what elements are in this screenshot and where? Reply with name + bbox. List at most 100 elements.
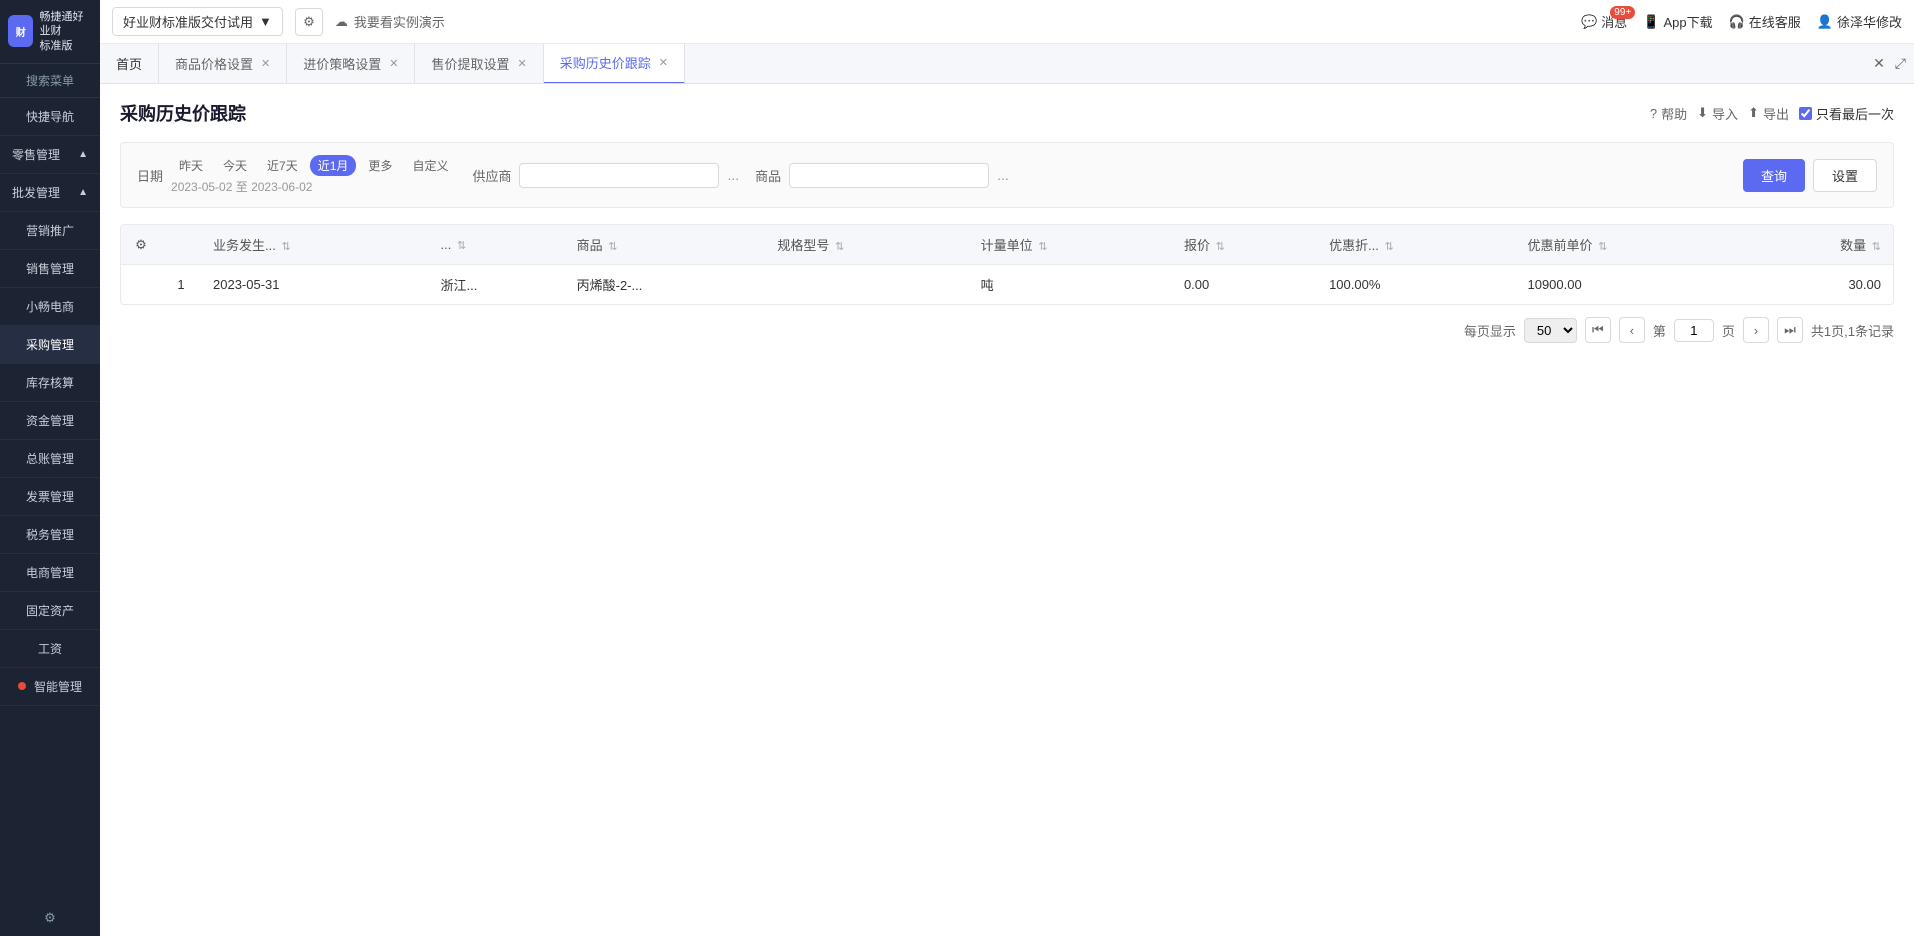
settings-filter-btn[interactable]: 设置: [1813, 159, 1877, 192]
page-first-btn[interactable]: ⏮: [1585, 317, 1611, 343]
tab-expand-icon[interactable]: ⤢: [1895, 55, 1906, 72]
tab-home[interactable]: 首页: [100, 44, 159, 84]
sidebar-item-wholesale[interactable]: 批发管理 ▲: [0, 174, 100, 212]
date-filter: 日期 昨天 今天 近7天 近1月 更多 自定义 2023-05-02 至 202…: [137, 155, 456, 195]
tab-price-close-icon[interactable]: ✕: [261, 57, 270, 70]
sidebar-item-retail[interactable]: 零售管理 ▲: [0, 136, 100, 174]
date-filter-label: 日期: [137, 166, 163, 185]
tab-history-price[interactable]: 采购历史价跟踪 ✕: [544, 44, 685, 84]
tab-bar: 首页 商品价格设置 ✕ 进价策略设置 ✕ 售价提取设置 ✕ 采购历史价跟踪 ✕ …: [100, 44, 1914, 84]
th-spec-sort-icon: ⇅: [835, 241, 844, 253]
sidebar-item-sales[interactable]: 销售管理: [0, 250, 100, 288]
logo-icon: 财: [8, 15, 33, 47]
sidebar-item-salary[interactable]: 工资: [0, 630, 100, 668]
row-spec-cell: [765, 265, 968, 305]
sidebar-item-accounting[interactable]: 总账管理: [0, 440, 100, 478]
th-goods[interactable]: 商品 ⇅: [565, 225, 766, 265]
message-icon: 💬: [1581, 14, 1597, 30]
page-input[interactable]: [1674, 319, 1714, 342]
selector-chevron-icon: ▼: [259, 14, 272, 29]
date-btn-yesterday[interactable]: 昨天: [171, 155, 211, 176]
message-btn[interactable]: 💬 消息 99+: [1581, 12, 1627, 31]
help-icon: ?: [1650, 106, 1657, 121]
row-date-cell: 2023-05-31: [201, 265, 429, 305]
sidebar-item-smart[interactable]: 智能管理: [0, 668, 100, 706]
sidebar-search[interactable]: 搜索菜单: [0, 64, 100, 98]
date-filter-options: 昨天 今天 近7天 近1月 更多 自定义 2023-05-02 至 2023-0…: [171, 155, 456, 195]
sidebar-item-invoice[interactable]: 发票管理: [0, 478, 100, 516]
tab-history-price-close-icon[interactable]: ✕: [659, 56, 668, 69]
page-actions: ? 帮助 ⬇ 导入 ⬆ 导出 只看最后一次: [1650, 104, 1894, 123]
export-icon: ⬆: [1748, 105, 1759, 121]
sidebar-item-tax[interactable]: 税务管理: [0, 516, 100, 554]
sidebar-item-inventory[interactable]: 库存核算: [0, 364, 100, 402]
tab-purchase-strategy[interactable]: 进价策略设置 ✕: [287, 44, 415, 84]
tab-price[interactable]: 商品价格设置 ✕: [159, 44, 287, 84]
supplier-dots-btn[interactable]: ...: [727, 167, 739, 183]
date-btn-more[interactable]: 更多: [360, 155, 400, 176]
app-download-btn[interactable]: 📱 App下载: [1643, 12, 1712, 31]
goods-filter: 商品 ...: [755, 163, 1009, 188]
row-quantity-cell: 30.00: [1748, 265, 1893, 305]
th-unit-sort-icon: ⇅: [1038, 241, 1047, 253]
phone-icon: 📱: [1643, 14, 1659, 30]
last-only-input[interactable]: [1799, 107, 1812, 120]
page-next-btn[interactable]: ›: [1743, 317, 1769, 343]
th-more[interactable]: ... ⇅: [429, 225, 565, 265]
import-icon: ⬇: [1697, 105, 1708, 121]
tab-close-window-icon[interactable]: ✕: [1873, 55, 1885, 72]
sidebar-item-purchase[interactable]: 采购管理: [0, 326, 100, 364]
date-btn-custom[interactable]: 自定义: [404, 155, 456, 176]
query-btn[interactable]: 查询: [1743, 159, 1805, 192]
filter-bar: 日期 昨天 今天 近7天 近1月 更多 自定义 2023-05-02 至 202…: [120, 142, 1894, 208]
product-selector[interactable]: 好业财标准版交付试用 ▼: [112, 7, 283, 36]
online-service-btn[interactable]: 🎧 在线客服: [1729, 12, 1801, 31]
date-btn-7days[interactable]: 近7天: [259, 155, 306, 176]
page-last-btn[interactable]: ⏭: [1777, 317, 1803, 343]
th-date[interactable]: 业务发生... ⇅: [201, 225, 429, 265]
tab-purchase-strategy-close-icon[interactable]: ✕: [389, 57, 398, 70]
row-gear-cell: [121, 265, 161, 305]
settings-icon: ⚙: [303, 14, 315, 30]
sidebar-item-ecommerce-small[interactable]: 小畅电商: [0, 288, 100, 326]
row-supplier-cell: 浙江...: [429, 265, 565, 305]
sidebar-item-assets[interactable]: 固定资产: [0, 592, 100, 630]
goods-dots-btn[interactable]: ...: [997, 167, 1009, 183]
user-avatar-icon: 👤: [1817, 14, 1833, 30]
goods-input[interactable]: [789, 163, 989, 188]
pagination: 每页显示 50 ⏮ ‹ 第 页 › ⏭ 共1页,1条记录: [120, 305, 1894, 347]
topbar-settings-btn[interactable]: ⚙: [295, 8, 323, 36]
supplier-filter: 供应商 ...: [472, 163, 739, 188]
page-prev-btn[interactable]: ‹: [1619, 317, 1645, 343]
th-discount[interactable]: 优惠折... ⇅: [1317, 225, 1515, 265]
th-price[interactable]: 报价 ⇅: [1172, 225, 1317, 265]
tab-sell-strategy-close-icon[interactable]: ✕: [518, 57, 527, 70]
sidebar-settings-btn[interactable]: ⚙: [0, 900, 100, 936]
tab-sell-strategy[interactable]: 售价提取设置 ✕: [415, 44, 543, 84]
supplier-input[interactable]: [519, 163, 719, 188]
last-only-checkbox[interactable]: 只看最后一次: [1799, 104, 1894, 123]
date-buttons: 昨天 今天 近7天 近1月 更多 自定义: [171, 155, 456, 176]
main-area: 好业财标准版交付试用 ▼ ⚙ ☁ 我要看实例演示 💬 消息 99+ 📱 App下…: [100, 0, 1914, 936]
sidebar: 财 畅捷通好业财 标准版 搜索菜单 快捷导航 零售管理 ▲ 批发管理 ▲ 营销推…: [0, 0, 100, 936]
th-quantity[interactable]: 数量 ⇅: [1748, 225, 1893, 265]
th-spec[interactable]: 规格型号 ⇅: [765, 225, 968, 265]
sidebar-item-marketing[interactable]: 营销推广: [0, 212, 100, 250]
sidebar-item-ecommerce[interactable]: 电商管理: [0, 554, 100, 592]
th-pre-discount-price[interactable]: 优惠前单价 ⇅: [1515, 225, 1747, 265]
th-unit[interactable]: 计量单位 ⇅: [969, 225, 1172, 265]
sidebar-item-finance[interactable]: 资金管理: [0, 402, 100, 440]
smart-dot: [18, 682, 26, 690]
import-btn[interactable]: ⬇ 导入: [1697, 104, 1738, 123]
data-table-container: ⚙ 业务发生... ⇅ ... ⇅ 商品 ⇅: [120, 224, 1894, 305]
user-menu-btn[interactable]: 👤 徐泽华修改: [1817, 12, 1902, 31]
demo-btn[interactable]: ☁ 我要看实例演示: [335, 12, 445, 31]
help-btn[interactable]: ? 帮助: [1650, 104, 1687, 123]
per-page-select[interactable]: 50: [1524, 318, 1577, 343]
th-settings[interactable]: ⚙: [121, 225, 161, 265]
page-content: 采购历史价跟踪 ? 帮助 ⬇ 导入 ⬆ 导出 只看最后一次: [100, 84, 1914, 936]
page-total-text: 共1页,1条记录: [1811, 321, 1894, 340]
date-btn-today[interactable]: 今天: [215, 155, 255, 176]
export-btn[interactable]: ⬆ 导出: [1748, 104, 1789, 123]
date-btn-1month[interactable]: 近1月: [310, 155, 357, 176]
